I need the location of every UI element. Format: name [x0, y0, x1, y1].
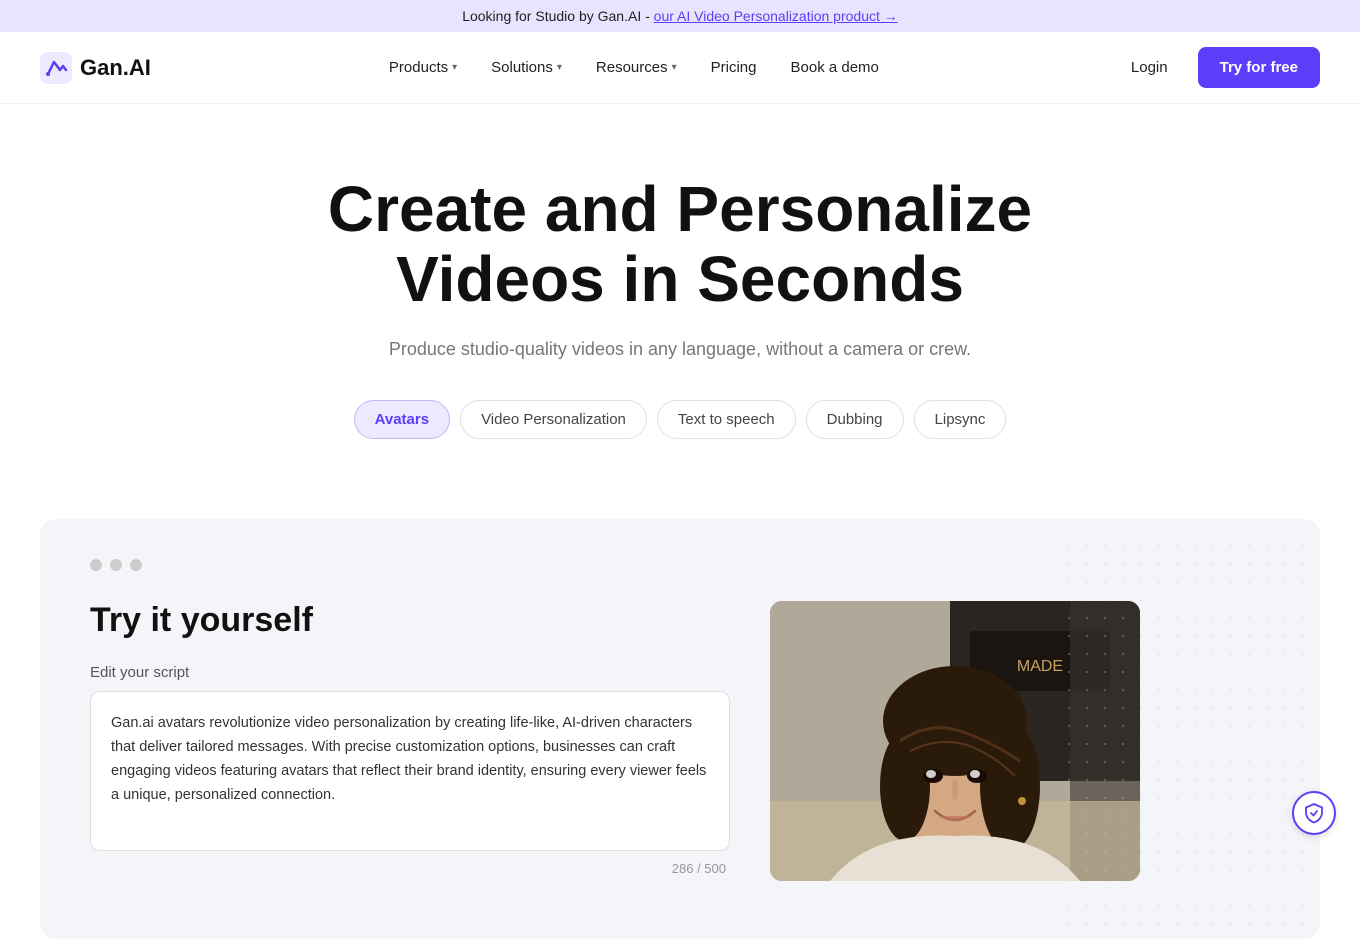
avatar-image: MADE	[770, 601, 1140, 881]
demo-card: Try it yourself Edit your script Gan.ai …	[40, 519, 1320, 939]
products-chevron-icon: ▾	[452, 62, 457, 73]
hero-subtitle: Produce studio-quality videos in any lan…	[20, 339, 1340, 360]
tab-text-to-speech[interactable]: Text to speech	[657, 400, 796, 439]
script-box[interactable]: Gan.ai avatars revolutionize video perso…	[90, 691, 730, 851]
nav-products[interactable]: Products ▾	[375, 51, 471, 84]
avatar-video: MADE	[770, 601, 1140, 881]
nav-book-demo[interactable]: Book a demo	[777, 51, 893, 84]
tab-video-personalization[interactable]: Video Personalization	[460, 400, 647, 439]
try-for-free-button[interactable]: Try for free	[1198, 47, 1320, 88]
tab-lipsync[interactable]: Lipsync	[914, 400, 1007, 439]
logo[interactable]: Gan.AI	[40, 52, 151, 84]
demo-inner: Try it yourself Edit your script Gan.ai …	[90, 601, 1270, 881]
login-button[interactable]: Login	[1117, 51, 1182, 84]
hero-title: Create and Personalize Videos in Seconds	[280, 174, 1080, 315]
top-banner: Looking for Studio by Gan.AI - our AI Vi…	[0, 0, 1360, 32]
solutions-chevron-icon: ▾	[557, 62, 562, 73]
resources-chevron-icon: ▾	[672, 62, 677, 73]
nav-center: Products ▾ Solutions ▾ Resources ▾ Prici…	[375, 51, 893, 84]
char-count: 286 / 500	[90, 861, 730, 876]
dot-1	[90, 559, 102, 571]
logo-icon	[40, 52, 72, 84]
demo-right-panel: MADE	[770, 601, 1140, 881]
tab-dubbing[interactable]: Dubbing	[806, 400, 904, 439]
dot-3	[130, 559, 142, 571]
dot-2	[110, 559, 122, 571]
window-dots	[90, 559, 1270, 571]
banner-link[interactable]: our AI Video Personalization product →	[654, 8, 898, 24]
banner-text: Looking for Studio by Gan.AI -	[462, 8, 653, 24]
script-text[interactable]: Gan.ai avatars revolutionize video perso…	[111, 712, 709, 808]
logo-text: Gan.AI	[80, 55, 151, 81]
shield-badge[interactable]	[1292, 791, 1336, 835]
nav-resources[interactable]: Resources ▾	[582, 51, 691, 84]
nav-pricing[interactable]: Pricing	[697, 51, 771, 84]
script-label: Edit your script	[90, 664, 730, 681]
shield-icon	[1303, 802, 1325, 824]
hero-section: Create and Personalize Videos in Seconds…	[0, 104, 1360, 519]
nav-right: Login Try for free	[1117, 47, 1320, 88]
try-it-title: Try it yourself	[90, 601, 730, 640]
svg-text:MADE: MADE	[1017, 658, 1063, 675]
navbar: Gan.AI Products ▾ Solutions ▾ Resources …	[0, 32, 1360, 104]
tab-avatars[interactable]: Avatars	[354, 400, 450, 439]
nav-solutions[interactable]: Solutions ▾	[477, 51, 576, 84]
demo-left-panel: Try it yourself Edit your script Gan.ai …	[90, 601, 730, 876]
feature-tabs: Avatars Video Personalization Text to sp…	[20, 400, 1340, 439]
